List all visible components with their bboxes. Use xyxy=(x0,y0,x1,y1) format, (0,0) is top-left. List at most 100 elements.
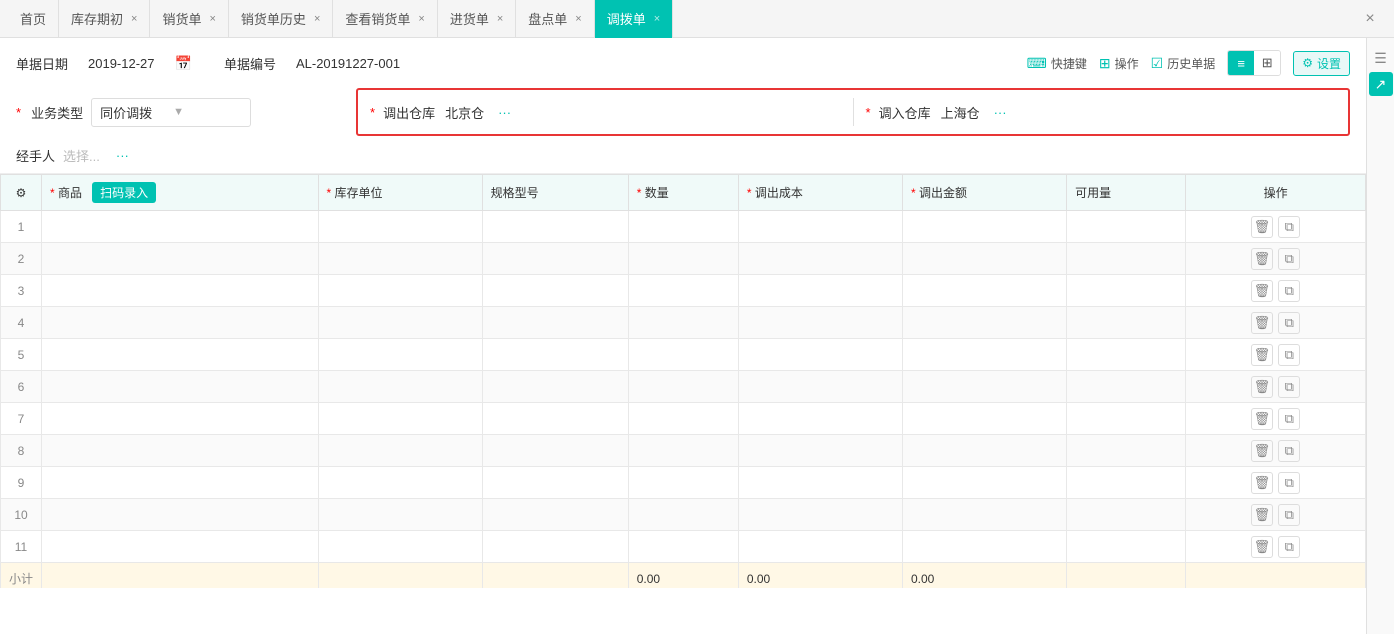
tab-purchase[interactable]: 进货单 × xyxy=(438,0,516,38)
main-content: 单据日期 2019-12-27 📅 单据编号 AL-20191227-001 ⌨… xyxy=(0,38,1366,634)
copy-icon[interactable]: ⧉ xyxy=(1278,472,1300,494)
warehouse-out-more-button[interactable]: ··· xyxy=(498,105,511,120)
delete-icon[interactable]: 🗑 xyxy=(1251,344,1273,366)
operation-button[interactable]: ⊞ 操作 xyxy=(1099,55,1139,72)
row-no: 1 xyxy=(1,211,42,243)
tab-sales-history[interactable]: 销货单历史 × xyxy=(229,0,333,38)
row-no: 11 xyxy=(1,531,42,563)
layout-buttons: ≡ ⊞ xyxy=(1227,50,1281,76)
shortcut-button[interactable]: ⌨ 快捷键 xyxy=(1027,55,1087,72)
tab-view-sales[interactable]: 查看销货单 × xyxy=(333,0,437,38)
operator-select[interactable]: 选择... xyxy=(63,146,100,165)
delete-icon[interactable]: 🗑 xyxy=(1251,376,1273,398)
tab-home[interactable]: 首页 xyxy=(8,0,59,38)
copy-icon[interactable]: ⧉ xyxy=(1278,440,1300,462)
warehouse-in-required: * xyxy=(866,105,871,120)
row-no: 6 xyxy=(1,371,42,403)
calendar-icon[interactable]: 📅 xyxy=(175,55,192,72)
warehouse-selection-box: * 调出仓库 北京仓 ··· * 调入仓库 上海仓 ··· xyxy=(356,88,1350,136)
delete-icon[interactable]: 🗑 xyxy=(1251,248,1273,270)
table-row: 2 🗑 ⧉ xyxy=(1,243,1366,275)
delete-icon[interactable]: 🗑 xyxy=(1251,216,1273,238)
bill-value: AL-20191227-001 xyxy=(296,56,400,71)
window-close-button[interactable]: × xyxy=(1354,0,1386,38)
row-no: 5 xyxy=(1,339,42,371)
subtotal-quantity: 0.00 xyxy=(628,563,738,589)
copy-icon[interactable]: ⧉ xyxy=(1278,344,1300,366)
operator-more-button[interactable]: ··· xyxy=(116,148,129,163)
tab-close-stocktake[interactable]: × xyxy=(575,13,581,25)
right-sidebar: ☰ ↗ xyxy=(1366,38,1394,634)
delete-icon[interactable]: 🗑 xyxy=(1251,280,1273,302)
copy-icon[interactable]: ⧉ xyxy=(1278,376,1300,398)
operation-icon: ⊞ xyxy=(1099,55,1111,72)
warehouse-out-field: * 调出仓库 北京仓 ··· xyxy=(370,103,841,122)
tab-stocktake[interactable]: 盘点单 × xyxy=(516,0,594,38)
delete-icon[interactable]: 🗑 xyxy=(1251,440,1273,462)
top-row: 单据日期 2019-12-27 📅 单据编号 AL-20191227-001 ⌨… xyxy=(16,50,1350,76)
delete-icon[interactable]: 🗑 xyxy=(1251,312,1273,334)
col-actions: 操作 xyxy=(1186,175,1366,211)
middle-row: * 业务类型 同价调拨 ▼ * 调出仓库 北京仓 ··· xyxy=(16,88,1350,136)
subtotal-row: 小计 0.00 0.00 0.00 xyxy=(1,563,1366,589)
warehouse-out-required: * xyxy=(370,105,375,120)
tab-close-purchase[interactable]: × xyxy=(497,13,503,25)
row-no: 2 xyxy=(1,243,42,275)
sidebar-list-icon[interactable]: ☰ xyxy=(1369,46,1393,70)
date-value: 2019-12-27 xyxy=(88,56,155,71)
table-row: 11 🗑 ⧉ xyxy=(1,531,1366,563)
layout-list-button[interactable]: ≡ xyxy=(1228,51,1254,75)
tab-close-view-sales[interactable]: × xyxy=(418,13,424,25)
business-type-required: * xyxy=(16,105,21,120)
tab-close-inventory-init[interactable]: × xyxy=(131,13,137,25)
copy-icon[interactable]: ⧉ xyxy=(1278,216,1300,238)
warehouse-in-more-button[interactable]: ··· xyxy=(994,105,1007,120)
top-row-left: 单据日期 2019-12-27 📅 单据编号 AL-20191227-001 xyxy=(16,54,1027,73)
copy-icon[interactable]: ⧉ xyxy=(1278,408,1300,430)
col-product: * 商品 扫码录入 xyxy=(42,175,319,211)
table-area: ⚙ * 商品 扫码录入 * 库存单位 规格型号 xyxy=(0,174,1366,588)
subtotal-label: 小计 xyxy=(1,563,42,589)
col-amount: * 调出金额 xyxy=(902,175,1066,211)
tab-close-transfer[interactable]: × xyxy=(654,13,660,25)
delete-icon[interactable]: 🗑 xyxy=(1251,408,1273,430)
settings-icon: ⚙ xyxy=(16,186,27,200)
table-row: 1 🗑 ⧉ xyxy=(1,211,1366,243)
tab-inventory-init[interactable]: 库存期初 × xyxy=(59,0,150,38)
tab-sales-order[interactable]: 销货单 × xyxy=(150,0,228,38)
copy-icon[interactable]: ⧉ xyxy=(1278,536,1300,558)
history-button[interactable]: ☑ 历史单据 xyxy=(1151,55,1216,72)
row-no: 3 xyxy=(1,275,42,307)
settings-button[interactable]: ⚙ 设置 xyxy=(1293,51,1350,76)
date-label: 单据日期 xyxy=(16,54,68,73)
copy-icon[interactable]: ⧉ xyxy=(1278,312,1300,334)
business-type-select[interactable]: 同价调拨 ▼ xyxy=(91,98,251,127)
copy-icon[interactable]: ⧉ xyxy=(1278,248,1300,270)
col-settings[interactable]: ⚙ xyxy=(1,175,42,211)
form-area: 单据日期 2019-12-27 📅 单据编号 AL-20191227-001 ⌨… xyxy=(0,38,1366,174)
copy-icon[interactable]: ⧉ xyxy=(1278,504,1300,526)
table-row: 4 🗑 ⧉ xyxy=(1,307,1366,339)
delete-icon[interactable]: 🗑 xyxy=(1251,472,1273,494)
table-row: 8 🗑 ⧉ xyxy=(1,435,1366,467)
col-spec: 规格型号 xyxy=(482,175,628,211)
row-no: 10 xyxy=(1,499,42,531)
bill-label: 单据编号 xyxy=(224,54,276,73)
col-quantity: * 数量 xyxy=(628,175,738,211)
sidebar-export-icon[interactable]: ↗ xyxy=(1369,72,1393,96)
transfer-table: ⚙ * 商品 扫码录入 * 库存单位 规格型号 xyxy=(0,174,1366,588)
layout-grid-button[interactable]: ⊞ xyxy=(1254,51,1280,75)
tab-bar: 首页 库存期初 × 销货单 × 销货单历史 × 查看销货单 × 进货单 × 盘点… xyxy=(0,0,1394,38)
tab-close-sales-order[interactable]: × xyxy=(209,13,215,25)
row-no: 8 xyxy=(1,435,42,467)
col-available: 可用量 xyxy=(1067,175,1186,211)
operator-label: 经手人 xyxy=(16,146,55,165)
tab-transfer[interactable]: 调拨单 × xyxy=(595,0,673,38)
scan-button[interactable]: 扫码录入 xyxy=(92,182,156,203)
tab-close-sales-history[interactable]: × xyxy=(314,13,320,25)
copy-icon[interactable]: ⧉ xyxy=(1278,280,1300,302)
bottom-row: 经手人 选择... ··· xyxy=(16,146,1350,165)
delete-icon[interactable]: 🗑 xyxy=(1251,536,1273,558)
business-type-label: 业务类型 xyxy=(31,103,83,122)
delete-icon[interactable]: 🗑 xyxy=(1251,504,1273,526)
